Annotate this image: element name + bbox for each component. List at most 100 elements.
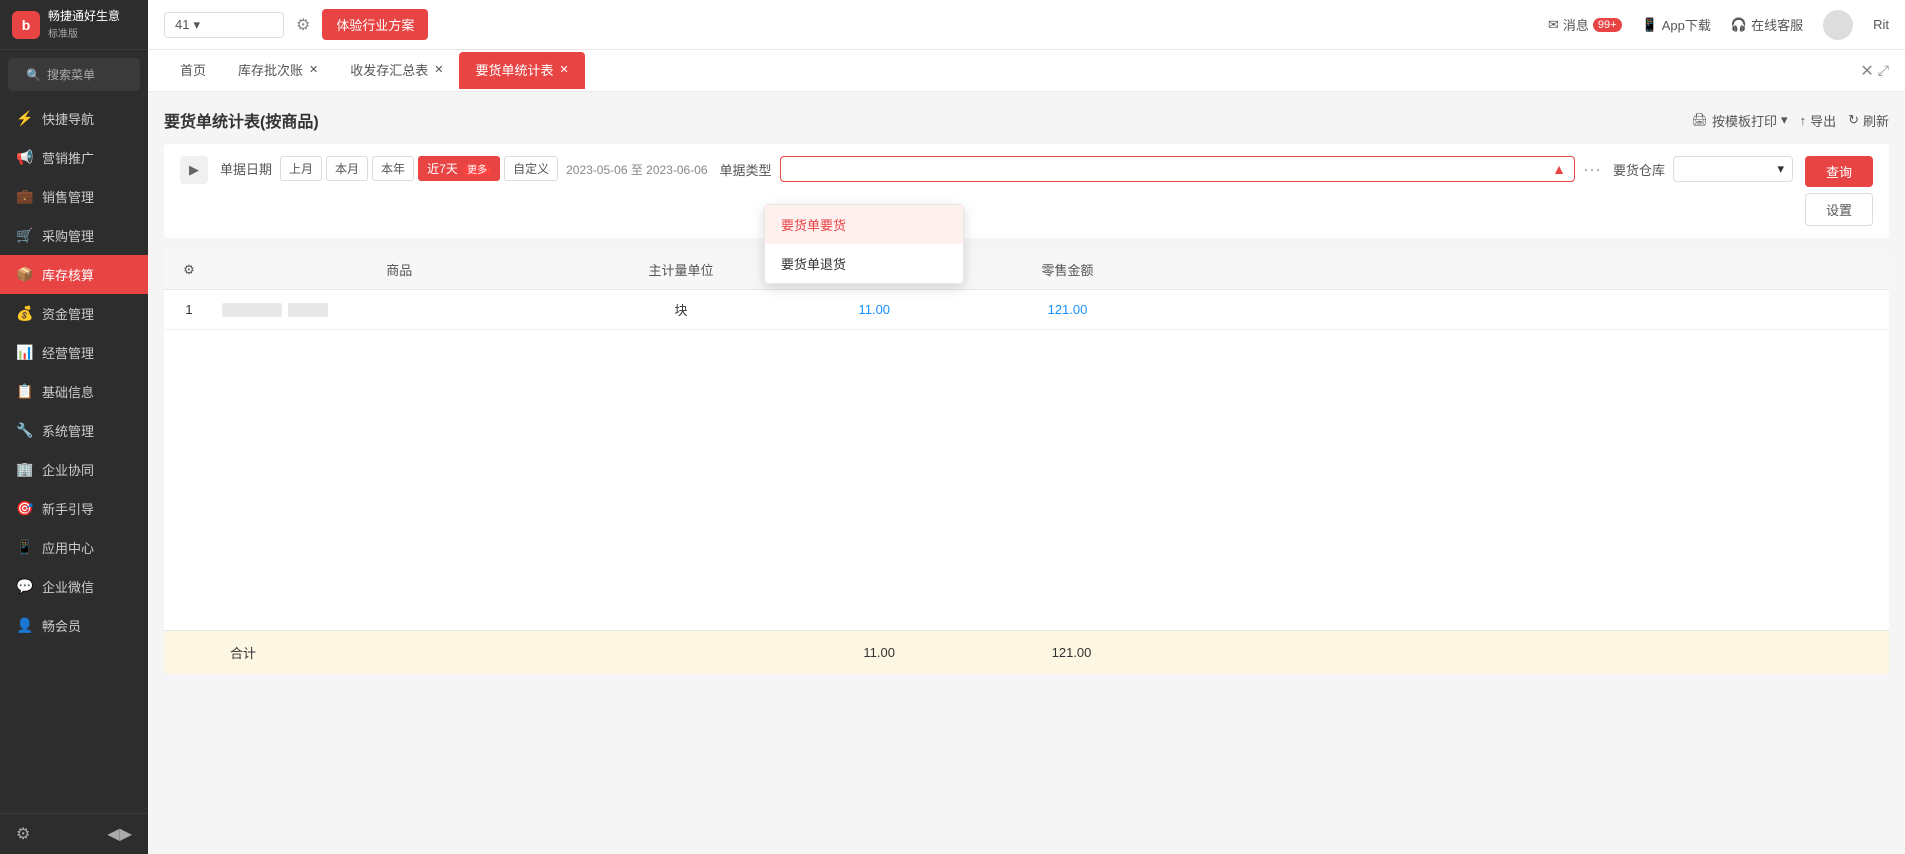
sidebar-item-wechat[interactable]: 💬 企业微信 — [0, 567, 148, 606]
product-name-placeholder — [222, 303, 282, 317]
close-order-stats-tab[interactable]: ✕ — [560, 63, 569, 76]
sidebar-logo: b 畅捷通好生意 标准版 — [0, 0, 148, 50]
message-icon: ✉ — [1548, 17, 1559, 33]
filter-more-icon[interactable]: ··· — [1583, 159, 1601, 180]
logo-text: 畅捷通好生意 标准版 — [48, 9, 120, 40]
tabbar: 首页 库存批次账 ✕ 收发存汇总表 ✕ 要货单统计表 ✕ ✕ ⤢ — [148, 50, 1905, 92]
sidebar-search-btn[interactable]: 🔍 搜索菜单 — [8, 58, 140, 91]
appstore-icon: 📱 — [16, 539, 34, 557]
order-type-dropdown: 要货单要货 要货单退货 — [764, 204, 964, 284]
order-type-chevron-icon[interactable]: ▲ — [1552, 161, 1566, 177]
window-close-icon[interactable]: ✕ — [1860, 61, 1873, 81]
operations-icon: 📊 — [16, 344, 34, 362]
tab-batch-account[interactable]: 库存批次账 ✕ — [222, 52, 334, 89]
order-type-input[interactable] — [789, 162, 1553, 177]
print-dropdown-icon: ▾ — [1781, 112, 1788, 128]
settings-bottom-icon[interactable]: ⚙ — [16, 824, 30, 844]
warehouse-select[interactable]: ▾ — [1673, 156, 1793, 182]
page-actions: 🖨 按模板打印 ▾ ↑ 导出 ↻ 刷新 — [1692, 111, 1890, 130]
close-batch-account-tab[interactable]: ✕ — [309, 63, 318, 76]
data-table: ⚙ 商品 主计量单位 主数量 零售金额 1 块 11.00 121.00 — [164, 250, 1889, 674]
search-icon: 🔍 — [26, 68, 41, 82]
collapse-sidebar-btn[interactable]: ◀▶ — [107, 824, 132, 844]
topbar-left: 41 ▾ ⚙ 体验行业方案 — [164, 9, 428, 40]
sidebar-item-member[interactable]: 👤 畅会员 — [0, 606, 148, 645]
quick-nav-icon: ⚡ — [16, 110, 34, 128]
sidebar-item-inventory[interactable]: 📦 库存核算 — [0, 255, 148, 294]
window-maximize-icon[interactable]: ⤢ — [1878, 62, 1889, 79]
app-download-btn[interactable]: 📱 App下载 — [1642, 15, 1711, 34]
warehouse-group: 要货仓库 ▾ — [1613, 156, 1793, 182]
trial-btn[interactable]: 体验行业方案 — [322, 9, 428, 40]
dropdown-item-order-goods[interactable]: 要货单要货 — [765, 205, 963, 244]
warehouse-chevron-icon: ▾ — [1777, 161, 1784, 177]
print-btn[interactable]: 🖨 按模板打印 ▾ — [1692, 111, 1788, 130]
company-selector[interactable]: 41 ▾ — [164, 12, 284, 38]
td-index: 1 — [164, 302, 214, 317]
th-product: 商品 — [214, 260, 584, 279]
tab-receivable-summary[interactable]: 收发存汇总表 ✕ — [334, 52, 459, 89]
topbar-right: ✉ 消息 99+ 📱 App下载 🎧 在线客服 Rit — [1548, 10, 1889, 40]
sidebar-item-basic[interactable]: 📋 基础信息 — [0, 372, 148, 411]
sidebar-item-quick-nav[interactable]: ⚡ 快捷导航 — [0, 99, 148, 138]
purchase-icon: 🛒 — [16, 227, 34, 245]
dropdown-item-order-return[interactable]: 要货单退货 — [765, 244, 963, 283]
this-month-btn[interactable]: 本月 — [326, 156, 368, 181]
this-year-btn[interactable]: 本年 — [372, 156, 414, 181]
order-type-input-wrapper[interactable]: ▲ — [780, 156, 1575, 182]
filter-bar: ▶ 单据日期 上月 本月 本年 近7天 更多 自定义 2023-05-06 至 … — [164, 144, 1889, 238]
settings-btn[interactable]: 设置 — [1805, 193, 1873, 226]
td-product — [214, 303, 584, 317]
recent7-btn[interactable]: 近7天 更多 — [418, 156, 500, 181]
custom-btn[interactable]: 自定义 — [504, 156, 558, 181]
tab-home[interactable]: 首页 — [164, 52, 222, 89]
export-icon: ↑ — [1800, 113, 1807, 128]
logo-icon: b — [12, 11, 40, 39]
refresh-icon: ↻ — [1848, 112, 1859, 128]
sidebar-item-appstore[interactable]: 📱 应用中心 — [0, 528, 148, 567]
sidebar: b 畅捷通好生意 标准版 🔍 搜索菜单 ⚡ 快捷导航 📢 营销推广 💼 销售管理… — [0, 0, 148, 854]
th-settings[interactable]: ⚙ — [164, 262, 214, 278]
filter-expand-btn[interactable]: ▶ — [180, 156, 208, 184]
user-name: Rit — [1873, 17, 1889, 32]
sidebar-item-enterprise[interactable]: 🏢 企业协同 — [0, 450, 148, 489]
action-buttons: 查询 设置 — [1805, 156, 1873, 226]
system-icon: 🔧 — [16, 422, 34, 440]
date-range-display: 2023-05-06 至 2023-06-06 — [566, 161, 707, 178]
sidebar-item-system[interactable]: 🔧 系统管理 — [0, 411, 148, 450]
date-buttons: 上月 本月 本年 近7天 更多 自定义 — [280, 156, 558, 181]
td-qty[interactable]: 11.00 — [778, 302, 971, 317]
sidebar-item-guide[interactable]: 🎯 新手引导 — [0, 489, 148, 528]
sidebar-item-marketing[interactable]: 📢 营销推广 — [0, 138, 148, 177]
page-title: 要货单统计表(按商品) — [164, 108, 319, 132]
table-row: 1 块 11.00 121.00 — [164, 290, 1889, 330]
export-btn[interactable]: ↑ 导出 — [1800, 111, 1837, 130]
td-amount[interactable]: 121.00 — [971, 302, 1164, 317]
headset-icon: 🎧 — [1731, 17, 1747, 33]
marketing-icon: 📢 — [16, 149, 34, 167]
main-content: 41 ▾ ⚙ 体验行业方案 ✉ 消息 99+ 📱 App下载 🎧 在线客服 Ri… — [148, 0, 1905, 854]
message-btn[interactable]: ✉ 消息 99+ — [1548, 15, 1622, 34]
th-unit: 主计量单位 — [584, 260, 777, 279]
online-service-btn[interactable]: 🎧 在线客服 — [1731, 15, 1803, 34]
tf-amount: 121.00 — [975, 645, 1167, 660]
tab-order-stats[interactable]: 要货单统计表 ✕ — [459, 52, 584, 89]
sidebar-item-finance[interactable]: 💰 资金管理 — [0, 294, 148, 333]
guide-icon: 🎯 — [16, 500, 34, 518]
topbar-settings-icon[interactable]: ⚙ — [296, 15, 310, 35]
prev-month-btn[interactable]: 上月 — [280, 156, 322, 181]
close-receivable-tab[interactable]: ✕ — [434, 63, 443, 76]
product-code-placeholder — [288, 303, 328, 317]
enterprise-icon: 🏢 — [16, 461, 34, 479]
refresh-btn[interactable]: ↻ 刷新 — [1848, 111, 1889, 130]
sidebar-item-sales[interactable]: 💼 销售管理 — [0, 177, 148, 216]
td-unit: 块 — [584, 300, 777, 319]
sidebar-item-operations[interactable]: 📊 经营管理 — [0, 333, 148, 372]
query-btn[interactable]: 查询 — [1805, 156, 1873, 187]
sidebar-bottom: ⚙ ◀▶ — [0, 813, 148, 854]
topbar: 41 ▾ ⚙ 体验行业方案 ✉ 消息 99+ 📱 App下载 🎧 在线客服 Ri… — [148, 0, 1905, 50]
tf-qty: 11.00 — [783, 645, 975, 660]
sidebar-nav: ⚡ 快捷导航 📢 营销推广 💼 销售管理 🛒 采购管理 📦 库存核算 💰 资金管… — [0, 99, 148, 813]
user-avatar[interactable] — [1823, 10, 1853, 40]
sidebar-item-purchase[interactable]: 🛒 采购管理 — [0, 216, 148, 255]
